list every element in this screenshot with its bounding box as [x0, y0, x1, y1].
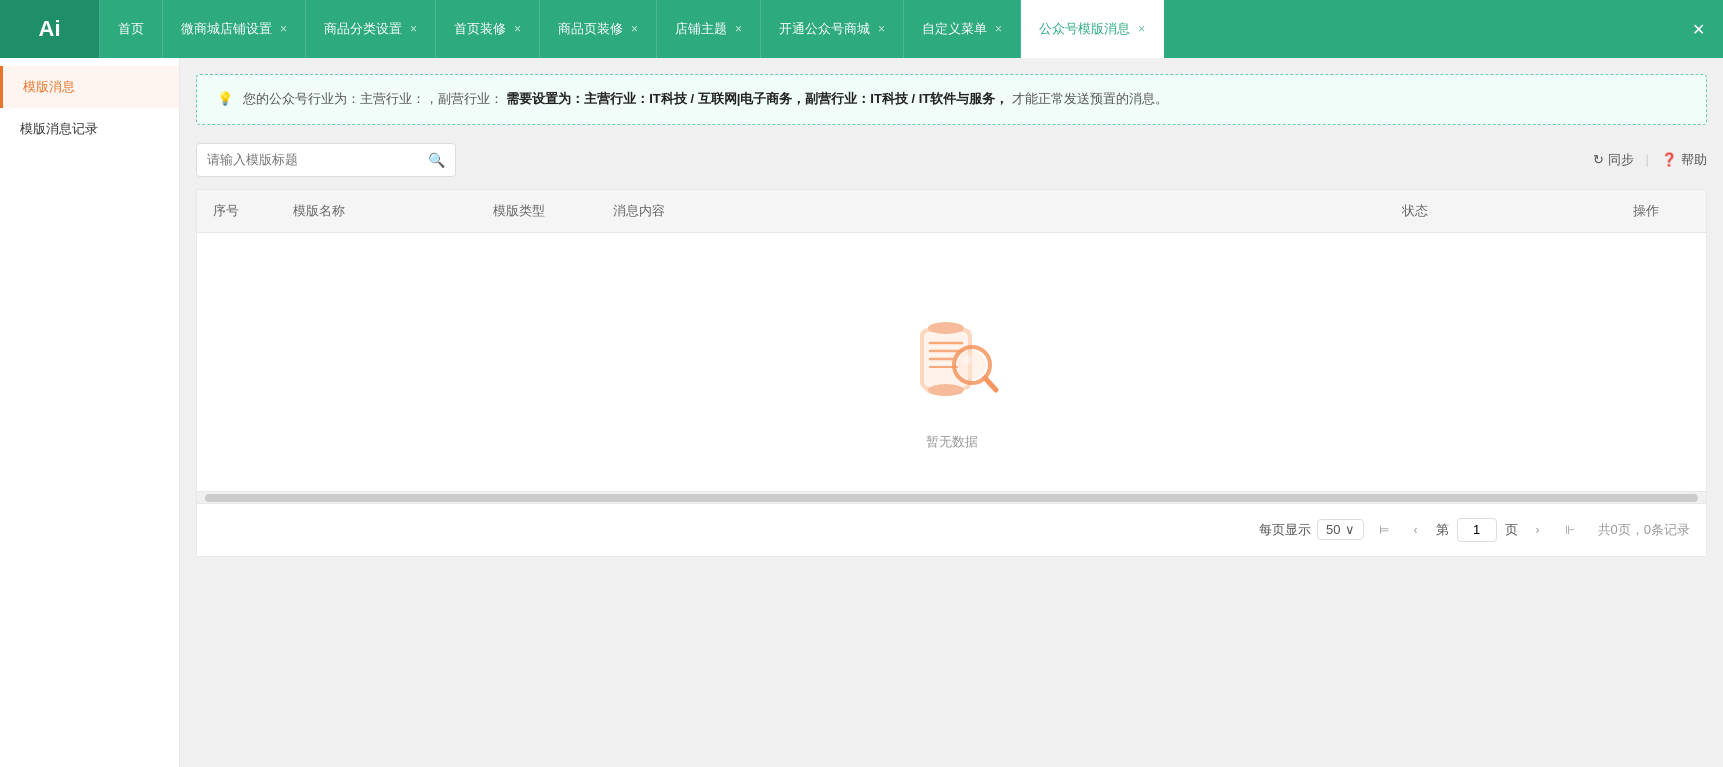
- page-size-wrap: 每页显示 50 ∨: [1259, 519, 1363, 540]
- th-action: 操作: [1586, 190, 1706, 232]
- sidebar-item-template-msg-label: 模版消息: [23, 79, 75, 94]
- total-info: 共0页，0条记录: [1598, 521, 1690, 539]
- brand-text: Ai: [39, 16, 61, 42]
- nav-tab-store-settings[interactable]: 微商城店铺设置 ×: [163, 0, 306, 58]
- th-type: 模版类型: [477, 190, 597, 232]
- notice-box: 💡 您的公众号行业为：主营行业：，副营行业： 需要设置为：主营行业：IT科技 /…: [196, 74, 1707, 125]
- page-unit-label: 页: [1505, 521, 1518, 539]
- close-icon[interactable]: ×: [995, 22, 1002, 36]
- close-icon[interactable]: ×: [514, 22, 521, 36]
- next-page-button[interactable]: ›: [1526, 518, 1550, 542]
- svg-point-8: [928, 384, 964, 396]
- nav-tab-product-decor-label: 商品页装修: [558, 20, 623, 38]
- page-size-select[interactable]: 50 ∨: [1317, 519, 1363, 540]
- notice-icon: 💡: [217, 91, 233, 106]
- nav-tab-home[interactable]: 首页: [100, 0, 163, 58]
- refresh-icon: ↻: [1593, 152, 1604, 167]
- svg-point-7: [928, 322, 964, 334]
- sync-button[interactable]: ↻ 同步: [1593, 151, 1634, 169]
- close-icon[interactable]: ×: [631, 22, 638, 36]
- page-size-value: 50: [1326, 522, 1340, 537]
- search-input-wrap[interactable]: 🔍: [196, 143, 456, 177]
- page-di-label: 第: [1436, 521, 1449, 539]
- svg-line-11: [985, 378, 996, 390]
- chevron-down-icon: ∨: [1345, 522, 1355, 537]
- scrollbar-track[interactable]: [197, 491, 1706, 503]
- data-table: 序号 模版名称 模版类型 消息内容 状态 操作: [196, 189, 1707, 557]
- nav-tab-open-mall[interactable]: 开通公众号商城 ×: [761, 0, 904, 58]
- first-page-button[interactable]: ⊨: [1372, 518, 1396, 542]
- close-icon[interactable]: ×: [410, 22, 417, 36]
- notice-suffix: 才能正常发送预置的消息。: [1012, 91, 1168, 106]
- th-content: 消息内容: [597, 190, 1386, 232]
- top-nav: Ai 首页 微商城店铺设置 × 商品分类设置 × 首页装修 × 商品页装修 × …: [0, 0, 1723, 58]
- search-input[interactable]: [207, 152, 428, 167]
- sidebar: 模版消息 模版消息记录: [0, 58, 180, 767]
- th-name: 模版名称: [277, 190, 477, 232]
- page-size-label: 每页显示: [1259, 521, 1311, 539]
- content-area: 💡 您的公众号行业为：主营行业：，副营行业： 需要设置为：主营行业：IT科技 /…: [180, 58, 1723, 767]
- empty-illustration: [892, 293, 1012, 413]
- nav-tab-home-decor-label: 首页装修: [454, 20, 506, 38]
- nav-tab-theme[interactable]: 店铺主题 ×: [657, 0, 761, 58]
- nav-tab-open-mall-label: 开通公众号商城: [779, 20, 870, 38]
- nav-tab-category[interactable]: 商品分类设置 ×: [306, 0, 436, 58]
- close-all-button[interactable]: ✕: [1674, 20, 1723, 39]
- close-icon[interactable]: ×: [735, 22, 742, 36]
- nav-tab-store-settings-label: 微商城店铺设置: [181, 20, 272, 38]
- pagination: 每页显示 50 ∨ ⊨ ‹ 第 页 › ⊩ 共0页，0条记录: [197, 503, 1706, 556]
- nav-tab-product-decor[interactable]: 商品页装修 ×: [540, 0, 657, 58]
- main-layout: 模版消息 模版消息记录 💡 您的公众号行业为：主营行业：，副营行业： 需要设置为…: [0, 58, 1723, 767]
- scrollbar-thumb[interactable]: [205, 494, 1698, 502]
- close-icon[interactable]: ×: [1138, 22, 1145, 36]
- nav-tab-custom-menu[interactable]: 自定义菜单 ×: [904, 0, 1021, 58]
- nav-tab-template-msg-label: 公众号模版消息: [1039, 20, 1130, 38]
- nav-tab-theme-label: 店铺主题: [675, 20, 727, 38]
- search-bar: 🔍 ↻ 同步 | ❓ 帮助: [196, 143, 1707, 177]
- nav-tab-home-decor[interactable]: 首页装修 ×: [436, 0, 540, 58]
- search-icon-button[interactable]: 🔍: [428, 152, 445, 168]
- current-page-input[interactable]: [1457, 518, 1497, 542]
- close-all-icon: ✕: [1692, 21, 1705, 38]
- empty-state: 暂无数据: [197, 233, 1706, 491]
- sidebar-item-template-msg[interactable]: 模版消息: [0, 66, 179, 108]
- notice-highlight: 需要设置为：主营行业：IT科技 / 互联网|电子商务，副营行业：IT科技 / I…: [506, 91, 1008, 106]
- nav-tab-template-msg[interactable]: 公众号模版消息 ×: [1021, 0, 1164, 58]
- brand-logo: Ai: [0, 0, 100, 58]
- close-icon[interactable]: ×: [280, 22, 287, 36]
- sidebar-item-template-msg-record[interactable]: 模版消息记录: [0, 108, 179, 150]
- empty-text: 暂无数据: [926, 433, 978, 451]
- svg-point-12: [963, 356, 971, 364]
- nav-tab-category-label: 商品分类设置: [324, 20, 402, 38]
- prev-page-button[interactable]: ‹: [1404, 518, 1428, 542]
- nav-tab-custom-menu-label: 自定义菜单: [922, 20, 987, 38]
- table-header: 序号 模版名称 模版类型 消息内容 状态 操作: [197, 190, 1706, 233]
- last-page-button[interactable]: ⊩: [1558, 518, 1582, 542]
- nav-tab-home-label: 首页: [118, 20, 144, 38]
- th-status: 状态: [1386, 190, 1586, 232]
- help-label: 帮助: [1681, 151, 1707, 169]
- help-button[interactable]: ❓ 帮助: [1661, 151, 1707, 169]
- divider: |: [1642, 152, 1653, 167]
- notice-prefix: 您的公众号行业为：主营行业：，副营行业：: [243, 91, 503, 106]
- close-icon[interactable]: ×: [878, 22, 885, 36]
- sync-label: 同步: [1608, 151, 1634, 169]
- svg-point-10: [958, 351, 986, 379]
- sidebar-item-template-msg-record-label: 模版消息记录: [20, 121, 98, 136]
- help-circle-icon: ❓: [1661, 152, 1677, 167]
- th-seq: 序号: [197, 190, 277, 232]
- search-bar-right: ↻ 同步 | ❓ 帮助: [1593, 151, 1707, 169]
